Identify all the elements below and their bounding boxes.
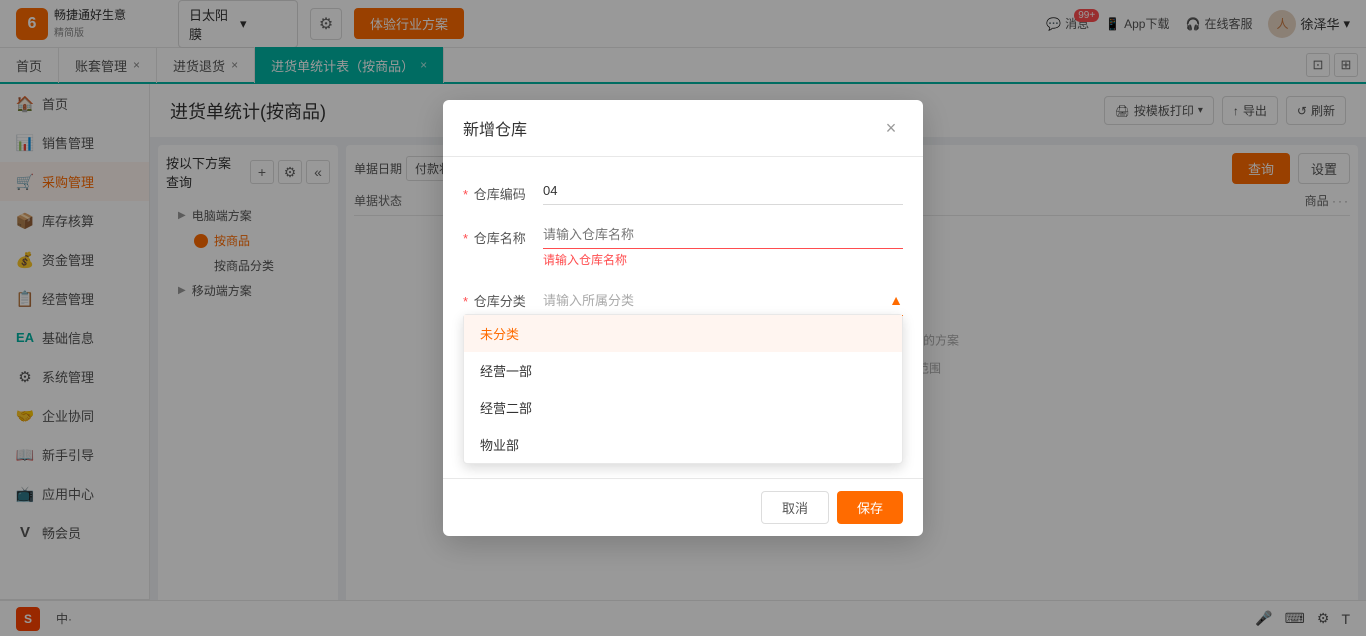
code-label: * 仓库编码: [463, 177, 543, 203]
close-icon: ×: [886, 118, 897, 139]
name-label: * 仓库名称: [463, 221, 543, 247]
add-warehouse-dialog: 新增仓库 × * 仓库编码 * 仓库名称: [443, 100, 923, 536]
category-placeholder: 请输入所属分类: [543, 290, 634, 309]
name-field-control: 请输入仓库名称: [543, 221, 903, 268]
name-required-mark: *: [463, 231, 468, 246]
dialog-title: 新增仓库: [463, 116, 527, 140]
category-required-mark: *: [463, 294, 468, 309]
dialog-body: * 仓库编码 * 仓库名称 请输入仓库名称: [443, 157, 923, 478]
category-dropdown-list: 未分类 经营一部 经营二部 物业部: [463, 314, 903, 464]
dialog-close-button[interactable]: ×: [879, 116, 903, 140]
dialog-footer: 取消 保存: [443, 478, 923, 536]
code-field-row: * 仓库编码: [463, 177, 903, 205]
dropdown-option-dept1[interactable]: 经营一部: [464, 352, 902, 389]
category-field-control: 请输入所属分类 ▲ 未分类 经营一部 经营二部 物业部: [543, 284, 903, 316]
name-input[interactable]: [543, 221, 903, 249]
code-required-mark: *: [463, 187, 468, 202]
cancel-button[interactable]: 取消: [761, 491, 829, 524]
category-field-row: * 仓库分类 请输入所属分类 ▲ 未分类 经营一部 经营二部 物业部: [463, 284, 903, 316]
code-field-control: [543, 177, 903, 205]
dropdown-option-dept3[interactable]: 物业部: [464, 426, 902, 463]
save-button[interactable]: 保存: [837, 491, 903, 524]
category-chevron-icon: ▲: [889, 292, 903, 308]
dropdown-option-unclassified[interactable]: 未分类: [464, 315, 902, 352]
code-input[interactable]: [543, 177, 903, 205]
category-dropdown[interactable]: 请输入所属分类 ▲: [543, 284, 903, 316]
modal-overlay: 新增仓库 × * 仓库编码 * 仓库名称: [0, 0, 1366, 636]
category-label: * 仓库分类: [463, 284, 543, 310]
dialog-header: 新增仓库 ×: [443, 100, 923, 157]
name-field-row: * 仓库名称 请输入仓库名称: [463, 221, 903, 268]
name-error-message: 请输入仓库名称: [543, 251, 903, 268]
dropdown-option-dept2[interactable]: 经营二部: [464, 389, 902, 426]
